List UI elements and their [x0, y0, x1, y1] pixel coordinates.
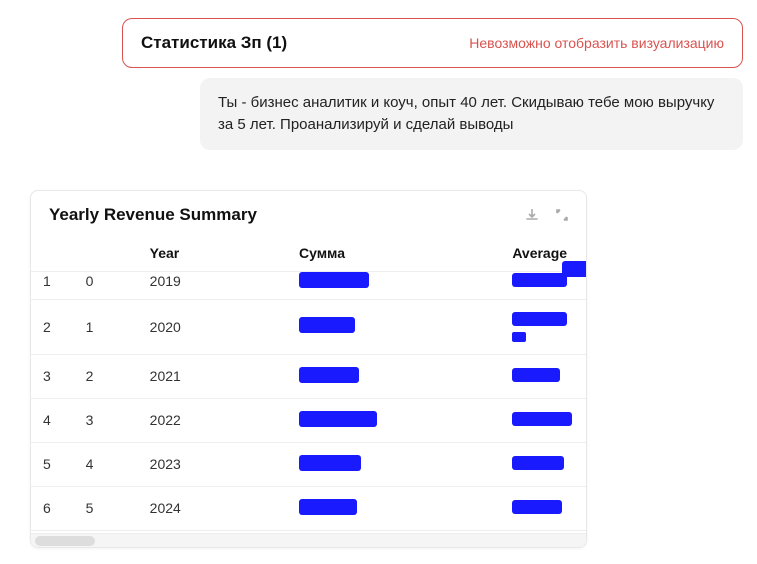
cell-year: 2024	[138, 486, 287, 530]
cell-year: 2020	[138, 299, 287, 354]
redacted-value	[512, 273, 567, 287]
redacted-value	[512, 332, 526, 342]
redaction-overflow	[562, 261, 587, 277]
table-row: 6 5 2024	[31, 486, 587, 530]
table-title: Yearly Revenue Summary	[49, 205, 257, 225]
cell-sum	[287, 271, 500, 299]
cell-sum	[287, 398, 500, 442]
table-row: 3 2 2021	[31, 354, 587, 398]
redacted-value	[299, 367, 359, 383]
redacted-value	[512, 368, 560, 382]
download-icon[interactable]	[524, 207, 540, 223]
col-index	[74, 235, 138, 272]
cell-sum	[287, 486, 500, 530]
expand-icon[interactable]	[554, 207, 570, 223]
redacted-value	[299, 411, 377, 427]
scrollbar-thumb[interactable]	[35, 536, 95, 546]
cell-sum	[287, 354, 500, 398]
cell-index: 0	[74, 271, 138, 299]
table-header-row: Year Сумма Average	[31, 235, 587, 272]
redacted-value	[512, 412, 572, 426]
table-row: 5 4 2023	[31, 442, 587, 486]
cell-average	[500, 354, 587, 398]
status-title: Статистика Зп (1)	[141, 33, 287, 53]
revenue-table: Year Сумма Average 1 0 2019 2 1 2020	[31, 235, 587, 531]
cell-average	[500, 299, 587, 354]
table-header: Yearly Revenue Summary	[31, 205, 586, 235]
redacted-value	[299, 317, 355, 333]
table-row: 2 1 2020	[31, 299, 587, 354]
cell-index: 4	[74, 442, 138, 486]
user-prompt-text: Ты - бизнес аналитик и коуч, опыт 40 лет…	[218, 94, 714, 133]
cell-year: 2023	[138, 442, 287, 486]
cell-rownum: 2	[31, 299, 74, 354]
cell-rownum: 5	[31, 442, 74, 486]
cell-sum	[287, 299, 500, 354]
cell-average	[500, 486, 587, 530]
redacted-value	[299, 455, 361, 471]
redacted-value	[512, 500, 562, 514]
cell-year: 2019	[138, 271, 287, 299]
col-year: Year	[138, 235, 287, 272]
cell-rownum: 6	[31, 486, 74, 530]
redacted-value	[512, 456, 564, 470]
redacted-value	[512, 312, 567, 326]
cell-rownum: 4	[31, 398, 74, 442]
cell-sum	[287, 442, 500, 486]
cell-rownum: 1	[31, 271, 74, 299]
cell-index: 1	[74, 299, 138, 354]
cell-year: 2021	[138, 354, 287, 398]
table-row: 1 0 2019	[31, 271, 587, 299]
status-error-text: Невозможно отобразить визуализацию	[469, 35, 724, 51]
redacted-value	[299, 272, 369, 288]
table-row: 4 3 2022	[31, 398, 587, 442]
horizontal-scrollbar[interactable]	[31, 533, 586, 547]
cell-year: 2022	[138, 398, 287, 442]
highlighted-cell	[299, 320, 355, 336]
cell-index: 2	[74, 354, 138, 398]
status-card: Статистика Зп (1) Невозможно отобразить …	[122, 18, 743, 68]
cell-rownum: 3	[31, 354, 74, 398]
cell-average	[500, 398, 587, 442]
user-prompt-bubble: Ты - бизнес аналитик и коуч, опыт 40 лет…	[200, 78, 743, 150]
cell-index: 3	[74, 398, 138, 442]
redacted-value	[299, 499, 357, 515]
cell-index: 5	[74, 486, 138, 530]
col-rownum	[31, 235, 74, 272]
revenue-table-card: Yearly Revenue Summary Year	[30, 190, 587, 548]
cell-average	[500, 442, 587, 486]
table-actions	[524, 207, 570, 223]
col-sum: Сумма	[287, 235, 500, 272]
